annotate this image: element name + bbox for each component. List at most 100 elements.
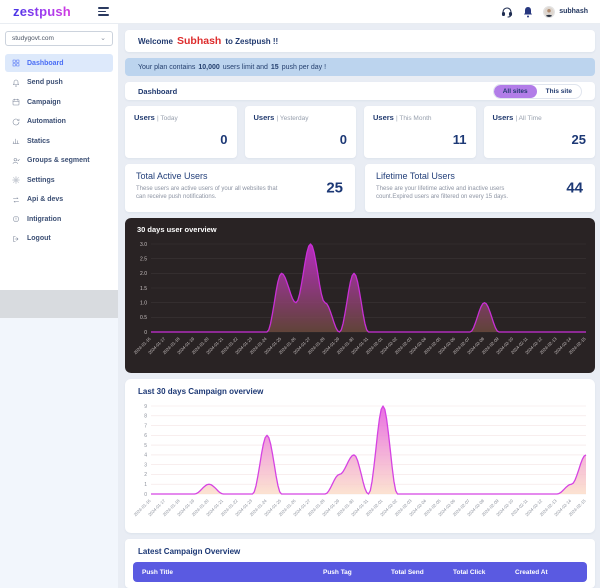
sidebar-item-send-push[interactable]: Send push: [5, 74, 113, 92]
all-sites-toggle[interactable]: All sites: [493, 84, 537, 98]
stat-value: 0: [220, 132, 228, 147]
sidebar-item-api-devs[interactable]: Api & devs: [5, 191, 113, 209]
this-site-toggle[interactable]: This site: [537, 85, 581, 98]
support-headset-icon[interactable]: [501, 6, 513, 18]
latest-campaign-table-card: Latest Campaign Overview Push Title Push…: [125, 539, 595, 588]
stat-title: Users: [492, 113, 514, 122]
sidebar-item-logout[interactable]: Logout: [5, 230, 113, 248]
dashboard-toolbar: Dashboard All sites This site: [125, 82, 595, 100]
column-created-at: Created At: [515, 568, 548, 576]
calendar-icon: [12, 98, 20, 106]
swap-arrows-icon: [13, 196, 19, 203]
svg-text:2.0: 2.0: [140, 271, 147, 277]
summary-description: These are your lifetime active and inact…: [376, 186, 509, 201]
sidebar-item-label: Send push: [27, 79, 63, 86]
plan-push-count: 15: [270, 63, 279, 71]
plan-text: push per day !: [281, 63, 327, 71]
stat-title: Users: [134, 113, 155, 122]
sidebar-item-campaign[interactable]: Campaign: [5, 93, 113, 111]
svg-text:3: 3: [144, 462, 147, 468]
welcome-suffix: to Zestpush !!: [225, 36, 279, 46]
stat-period: | Today: [156, 115, 178, 122]
page-title: Dashboard: [138, 86, 178, 96]
username-label: subhash: [559, 8, 588, 15]
svg-text:0: 0: [144, 330, 147, 336]
sidebar-item-statics[interactable]: Statics: [5, 132, 113, 150]
stat-title: Users: [253, 113, 275, 122]
chevron-down-icon: ⌄: [100, 34, 106, 42]
stat-title: Users: [373, 113, 394, 122]
campaign-overview-chart: 01234567892024-01-162024-01-172024-01-18…: [133, 404, 588, 517]
welcome-prefix: Welcome: [138, 36, 173, 46]
lifetime-total-users-card: Lifetime Total Users These are your life…: [365, 164, 595, 212]
notifications-bell-icon[interactable]: [522, 6, 534, 18]
welcome-username: Subhash: [176, 35, 222, 47]
bar-chart-icon: [12, 138, 20, 144]
sidebar-item-label: Intigration: [27, 215, 62, 223]
integration-circle-icon: [13, 216, 19, 222]
chart-title: Last 30 days Campaign overview: [138, 387, 264, 396]
svg-text:0.5: 0.5: [140, 315, 147, 321]
header-brand-area: zestpush: [0, 4, 118, 19]
summary-cards: Total Active Users These users are activ…: [125, 164, 595, 212]
svg-text:1.5: 1.5: [140, 286, 147, 292]
left-background-strip: [0, 318, 118, 588]
sidebar-item-intigration[interactable]: Intigration: [5, 210, 113, 228]
total-active-users-card: Total Active Users These users are activ…: [125, 164, 355, 212]
svg-text:5: 5: [144, 443, 147, 449]
table-title: Latest Campaign Overview: [138, 547, 241, 556]
stat-value: 0: [339, 132, 347, 147]
sidebar-item-label: Automation: [27, 118, 66, 125]
sidebar-item-settings[interactable]: Settings: [5, 171, 113, 189]
users-overview-chart-card: 30 days user overview 0 0.5 1.0 1.5 2.0 2.5 3.…: [125, 218, 595, 373]
summary-description: These users are active users of your all…: [136, 186, 278, 201]
stat-card-today: Users | Today 0: [125, 106, 237, 158]
svg-text:1: 1: [144, 482, 147, 488]
sidebar-item-dashboard[interactable]: Dashboard: [5, 54, 113, 72]
sidebar-item-automation[interactable]: Automation: [5, 113, 113, 131]
stat-period: | All Time: [515, 115, 542, 122]
svg-text:3.0: 3.0: [140, 242, 147, 248]
hamburger-menu-icon[interactable]: [98, 7, 109, 16]
svg-text:2.5: 2.5: [140, 256, 147, 262]
site-selector-dropdown[interactable]: studygovt.com ⌄: [5, 31, 113, 46]
sidebar-item-label: Dashboard: [27, 59, 64, 67]
svg-text:8: 8: [144, 414, 147, 420]
user-group-icon: [12, 157, 20, 164]
logout-icon: [13, 235, 19, 242]
svg-text:0: 0: [144, 492, 147, 498]
site-selector-value: studygovt.com: [12, 35, 54, 42]
bell-icon: [13, 79, 19, 87]
users-overview-chart: 00.51.01.52.02.53.02024-01-162024-01-172…: [133, 242, 588, 355]
site-scope-toggle: All sites This site: [492, 83, 582, 99]
summary-value: 25: [326, 179, 343, 197]
top-header: zestpush subhash: [0, 0, 600, 24]
stat-card-all-time: Users | All Time 25: [483, 106, 595, 158]
plan-text: Your plan contains: [138, 63, 196, 71]
sidebar-nav: Dashboard Send push Campaign Automation …: [5, 54, 113, 249]
chart-title: 30 days user overview: [137, 225, 217, 234]
column-total-send: Total Send: [391, 568, 424, 576]
svg-text:9: 9: [144, 404, 147, 410]
sidebar-footer-band: [0, 290, 118, 318]
svg-text:2: 2: [144, 472, 147, 478]
sidebar-item-groups-segment[interactable]: Groups & segment: [5, 152, 113, 170]
column-push-tag: Push Tag: [323, 568, 352, 576]
svg-text:4: 4: [144, 453, 147, 459]
automation-refresh-icon: [12, 118, 20, 125]
stat-card-this-month: Users | This Month 11: [364, 106, 476, 158]
zestpush-logo: zestpush: [13, 4, 71, 19]
sidebar-item-label: Groups & segment: [27, 157, 90, 164]
column-push-title: Push Title: [142, 568, 173, 576]
sidebar-item-label: Settings: [27, 176, 55, 184]
stat-value: 25: [571, 132, 586, 147]
stat-card-yesterday: Users | Yesterday 0: [244, 106, 356, 158]
campaign-overview-chart-card: Last 30 days Campaign overview 0 1 2 3 4 5 6 7 8…: [125, 379, 595, 533]
stat-period: | This Month: [395, 115, 432, 122]
user-avatar: [543, 5, 556, 18]
user-stat-cards: Users | Today 0 Users | Yesterday 0 User…: [125, 106, 595, 158]
stat-period: | Yesterday: [276, 115, 309, 122]
svg-text:7: 7: [144, 423, 147, 429]
user-menu[interactable]: subhash: [543, 5, 588, 18]
sidebar-item-label: Logout: [27, 235, 51, 242]
